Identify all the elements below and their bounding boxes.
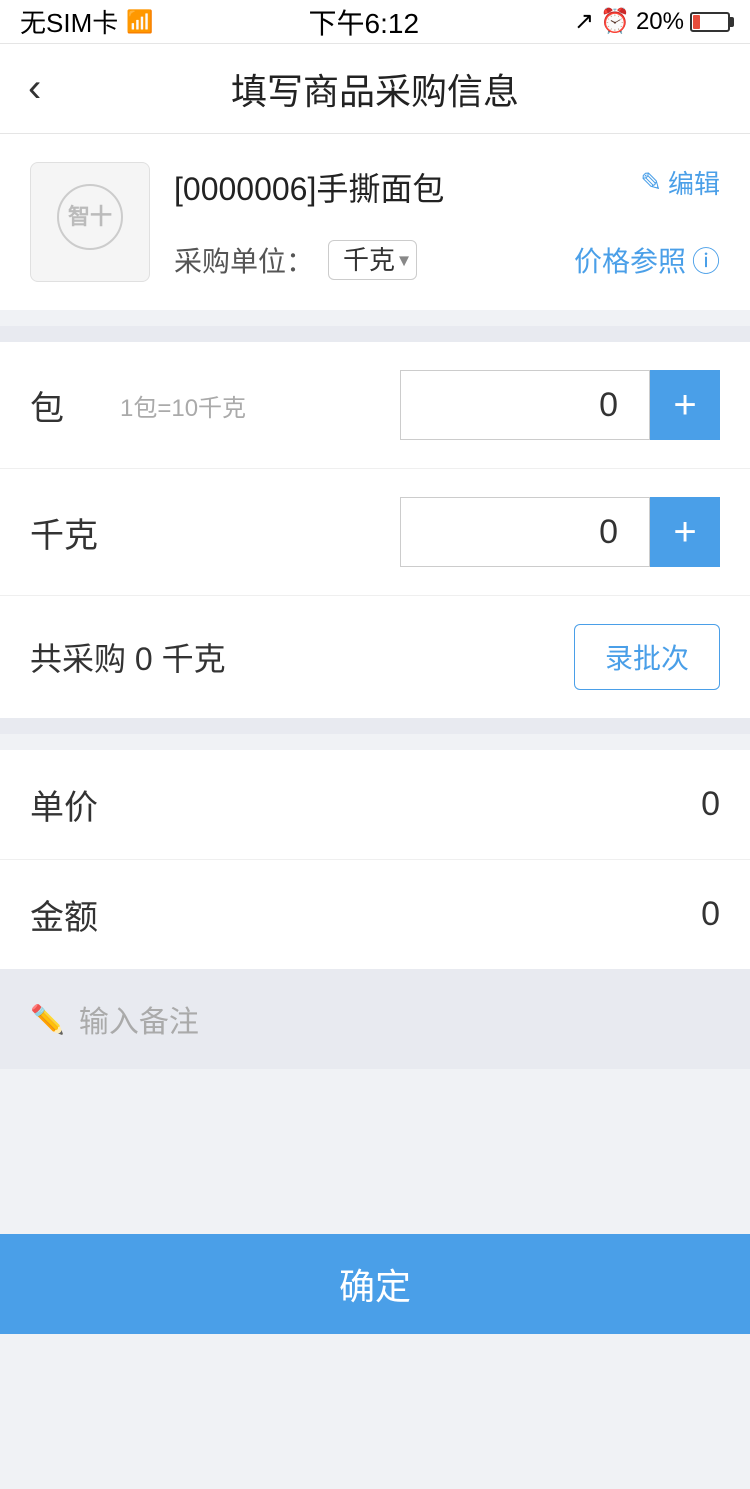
alarm-icon: ⏰: [600, 7, 630, 36]
status-time: 下午6:12: [309, 2, 420, 42]
product-info: [0000006]手撕面包 ✎ 编辑 采购单位： 千克 价格参照 ⓘ: [174, 164, 720, 280]
help-icon: ⓘ: [692, 240, 720, 280]
edit-icon: ✎: [640, 167, 662, 198]
status-right: ↗ ⏰ 20%: [574, 7, 730, 36]
carrier-label: 无SIM卡: [20, 3, 118, 40]
note-section[interactable]: ✏️ 输入备注: [0, 969, 750, 1069]
product-name: [0000006]手撕面包: [174, 164, 444, 210]
amount-value: 0: [701, 895, 720, 934]
pencil-icon: ✏️: [30, 1003, 65, 1036]
product-thumbnail: 智十: [30, 162, 150, 282]
price-reference-button[interactable]: 价格参照 ⓘ: [574, 240, 720, 280]
summary-amount: 0: [135, 641, 162, 677]
nav-bar: ‹ 填写商品采购信息: [0, 44, 750, 134]
bag-plus-button[interactable]: +: [650, 370, 720, 440]
bag-label: 包: [30, 381, 110, 430]
record-batch-button[interactable]: 录批次: [574, 624, 720, 690]
bag-input-row: 包 1包=10千克 +: [0, 342, 750, 469]
summary-prefix: 共采购: [30, 641, 135, 677]
svg-text:智十: 智十: [68, 204, 112, 229]
bag-input-wrapper: +: [400, 370, 720, 440]
unit-price-label: 单价: [30, 780, 701, 829]
kg-input[interactable]: [400, 497, 650, 567]
unit-select-wrapper[interactable]: 千克: [328, 240, 417, 280]
amount-row: 金额 0: [0, 860, 750, 969]
kg-plus-button[interactable]: +: [650, 497, 720, 567]
product-card: 智十 [0000006]手撕面包 ✎ 编辑 采购单位： 千克: [0, 134, 750, 310]
kg-label: 千克: [30, 508, 110, 557]
summary-unit: 千克: [162, 641, 226, 677]
summary-text: 共采购 0 千克: [30, 634, 574, 680]
product-top-row: [0000006]手撕面包 ✎ 编辑: [174, 164, 720, 226]
status-left: 无SIM卡 📶: [20, 3, 154, 40]
section-divider-2: [0, 718, 750, 734]
amount-label: 金额: [30, 890, 701, 939]
unit-price-row: 单价 0: [0, 750, 750, 860]
battery-icon: [690, 12, 730, 32]
pricing-section: 单价 0 金额 0: [0, 750, 750, 969]
record-batch-label: 录批次: [605, 643, 689, 674]
confirm-bar[interactable]: 确定: [0, 1234, 750, 1334]
product-unit-row: 采购单位： 千克 价格参照 ⓘ: [174, 240, 720, 280]
unit-label: 采购单位：: [174, 240, 314, 280]
battery-percent: 20%: [636, 8, 684, 36]
unit-select[interactable]: 千克: [328, 240, 417, 280]
product-logo: 智十: [55, 182, 125, 262]
note-placeholder: 输入备注: [79, 997, 199, 1041]
edit-label: 编辑: [668, 164, 720, 201]
kg-input-row: 千克 +: [0, 469, 750, 596]
bag-input[interactable]: [400, 370, 650, 440]
unit-price-value: 0: [701, 785, 720, 824]
page-title: 填写商品采购信息: [231, 63, 519, 115]
price-ref-label: 价格参照: [574, 240, 686, 280]
location-icon: ↗: [574, 7, 594, 36]
kg-input-wrapper: +: [400, 497, 720, 567]
confirm-button-label: 确定: [339, 1258, 411, 1310]
back-button[interactable]: ‹: [28, 66, 41, 111]
summary-row: 共采购 0 千克 录批次: [0, 596, 750, 718]
input-section: 包 1包=10千克 + 千克 + 共采购 0 千克 录批次: [0, 342, 750, 718]
bag-sublabel: 1包=10千克: [120, 388, 400, 423]
edit-button[interactable]: ✎ 编辑: [640, 164, 720, 201]
wifi-icon: 📶: [126, 9, 153, 35]
section-divider-1: [0, 326, 750, 342]
status-bar: 无SIM卡 📶 下午6:12 ↗ ⏰ 20%: [0, 0, 750, 44]
